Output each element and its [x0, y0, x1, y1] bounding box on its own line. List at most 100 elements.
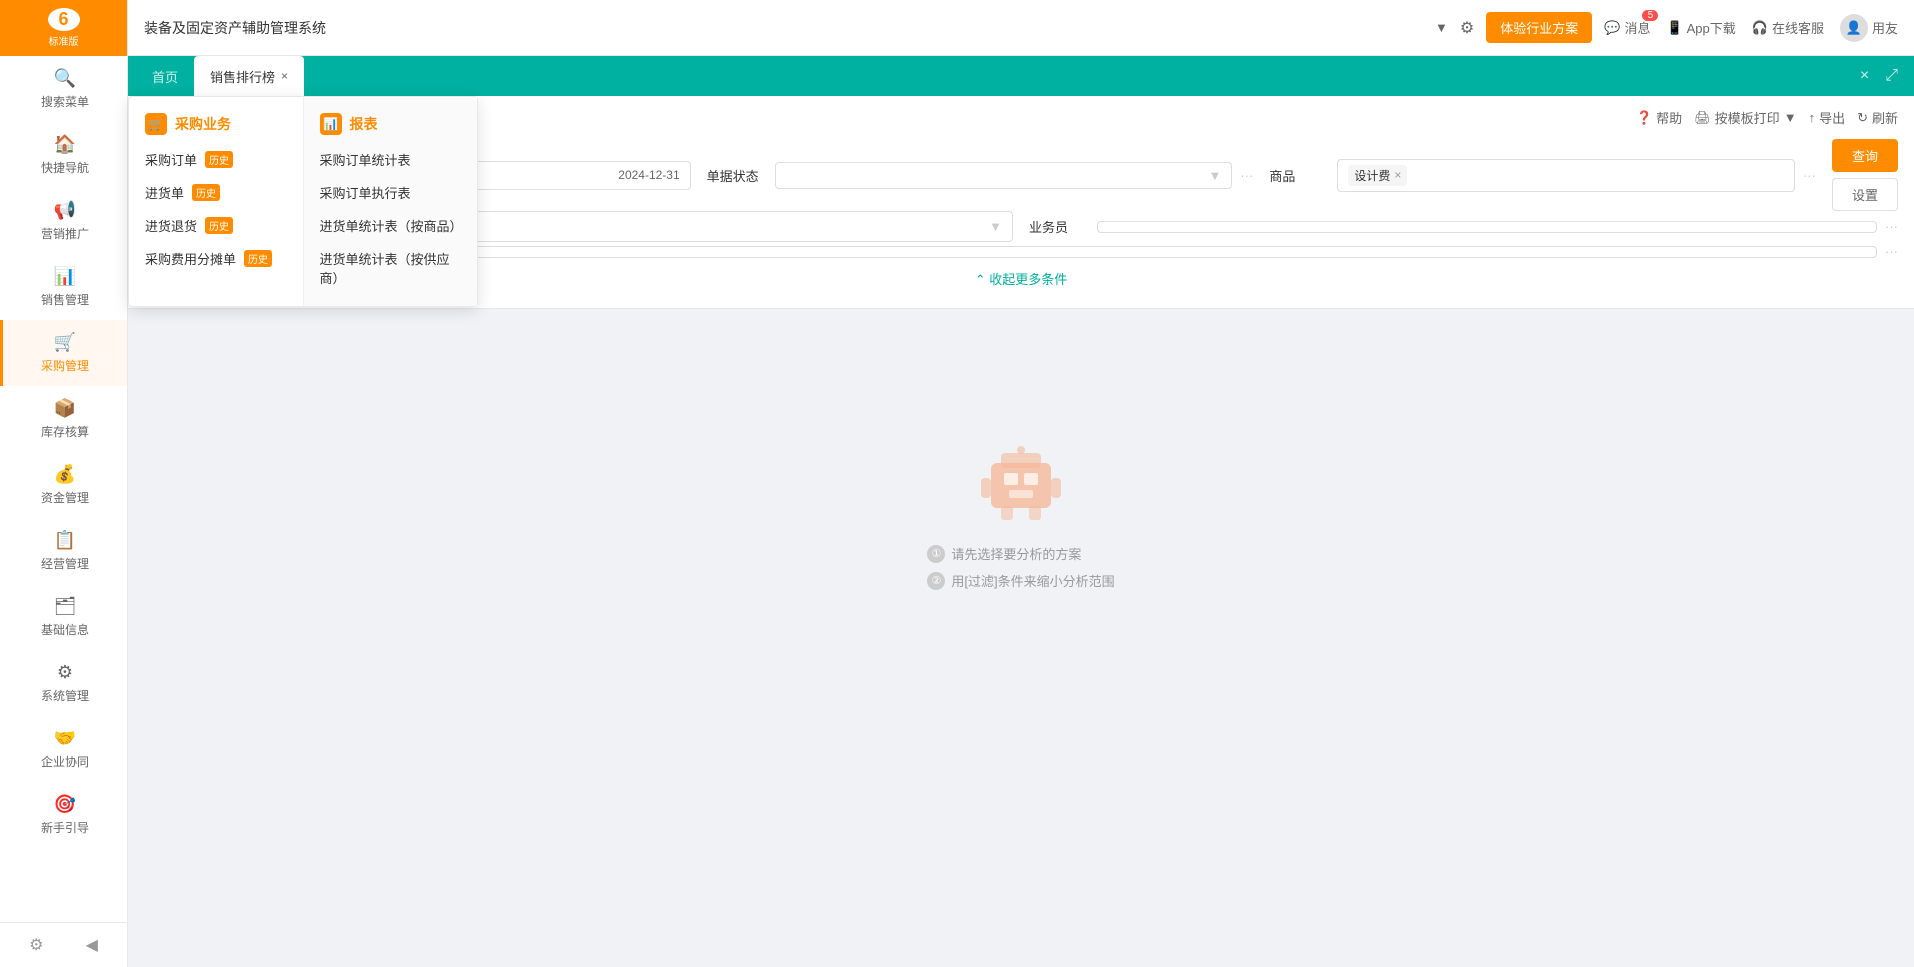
menu-purchase-fee[interactable]: 采购费用分摊单 历史	[129, 242, 303, 275]
enterprise-label: 企业协同	[41, 753, 89, 770]
history-badge-4: 历史	[244, 250, 272, 267]
menu-incoming-stats-by-goods[interactable]: 进货单统计表（按商品）	[304, 209, 478, 242]
search-label: 搜索菜单	[41, 93, 89, 110]
empty-text-2: ② 用[过滤]条件来缩小分析范围	[927, 571, 1114, 590]
operations-icon: 📋	[54, 530, 76, 551]
purchase-dropdown-menu: 🛒 采购业务 采购订单 历史 进货单 历史 进货退货 历史 采购费用分摊单 历史	[128, 96, 478, 307]
online-service-action[interactable]: 🎧 在线客服	[1752, 18, 1824, 37]
status-label: 单据状态	[707, 166, 767, 185]
salesperson-filter-item: 业务员 ···	[1029, 217, 1898, 236]
salesperson-input[interactable]	[1097, 221, 1877, 233]
sidebar-bottom: ⚙ ◀	[0, 922, 127, 967]
inventory-icon: 📦	[54, 398, 76, 419]
rank-chevron-icon: ▼	[989, 219, 1002, 234]
topbar-dropdown[interactable]: ▼	[1435, 20, 1448, 35]
headset-icon: 🎧	[1752, 20, 1768, 36]
basic-info-icon: 🗂	[54, 596, 77, 617]
finance-label: 资金管理	[41, 489, 89, 506]
tab-sales-rank-close[interactable]: ×	[281, 69, 288, 83]
tab-bar: 首页 销售排行榜 × × ⤢	[128, 56, 1914, 96]
guide-icon: 🎯	[54, 794, 76, 815]
marketing-icon: 📢	[54, 200, 76, 221]
topbar-gear-icon[interactable]: ⚙	[1460, 18, 1474, 38]
dropdown-chevron-icon: ▼	[1435, 20, 1448, 35]
export-action[interactable]: ↑ 导出	[1809, 108, 1846, 127]
status-chevron-icon: ▼	[1208, 168, 1221, 183]
sidebar-item-sales[interactable]: 📊 销售管理	[0, 254, 127, 320]
goods-dots[interactable]: ···	[1803, 168, 1816, 183]
message-badge: 5	[1642, 10, 1658, 21]
sidebar-item-marketing[interactable]: 📢 营销推广	[0, 188, 127, 254]
dropdown-purchase-header: 🛒 采购业务	[129, 109, 303, 143]
salesperson-dots[interactable]: ···	[1885, 219, 1898, 234]
menu-incoming-order[interactable]: 进货单 历史	[129, 176, 303, 209]
export-icon: ↑	[1809, 110, 1816, 125]
tab-sales-rank[interactable]: 销售排行榜 ×	[194, 56, 304, 96]
menu-purchase-order-stats[interactable]: 采购订单统计表	[304, 143, 478, 176]
sidebar-item-system[interactable]: ⚙ 系统管理	[0, 650, 127, 716]
user-avatar: 👤	[1840, 14, 1868, 42]
goods-tag: 设计费 ×	[1348, 165, 1407, 186]
industry-btn[interactable]: 体验行业方案	[1486, 12, 1592, 43]
print-action[interactable]: 🖨 按模板打印 ▼	[1694, 108, 1796, 127]
sidebar-item-finance[interactable]: 💰 资金管理	[0, 452, 127, 518]
sidebar-item-quick-nav[interactable]: 🏠 快捷导航	[0, 122, 127, 188]
app-download-action[interactable]: 📱 App下载	[1666, 18, 1735, 37]
marketing-label: 营销推广	[41, 225, 89, 242]
menu-purchase-order[interactable]: 采购订单 历史	[129, 143, 303, 176]
purchase-header-icon: 🛒	[145, 113, 167, 135]
settings-button[interactable]: 设置	[1832, 178, 1898, 211]
sidebar-item-inventory[interactable]: 📦 库存核算	[0, 386, 127, 452]
step-1-num: ①	[927, 545, 945, 563]
settings-bottom-icon[interactable]: ⚙	[25, 931, 47, 959]
operations-label: 经营管理	[41, 555, 89, 572]
step-2-num: ②	[927, 572, 945, 590]
menu-purchase-order-exec[interactable]: 采购订单执行表	[304, 176, 478, 209]
basic-info-label: 基础信息	[41, 621, 89, 638]
menu-incoming-return[interactable]: 进货退货 历史	[129, 209, 303, 242]
tab-bar-expand-icon[interactable]: ⤢	[1877, 67, 1906, 85]
finance-icon: 💰	[54, 464, 76, 485]
help-icon: ❓	[1636, 110, 1652, 126]
sidebar-item-search[interactable]: 🔍 搜索菜单	[0, 56, 127, 122]
help-action[interactable]: ❓ 帮助	[1636, 108, 1682, 127]
message-action[interactable]: 💬 消息 5	[1604, 18, 1650, 37]
menu-incoming-stats-by-supplier[interactable]: 进货单统计表（按供应商）	[304, 242, 478, 294]
print-icon: 🖨	[1694, 110, 1711, 126]
salesperson-label: 业务员	[1029, 217, 1089, 236]
sidebar-item-enterprise[interactable]: 🤝 企业协同	[0, 716, 127, 782]
dropdown-report-col: 📊 报表 采购订单统计表 采购订单执行表 进货单统计表（按商品） 进货单统计表（…	[304, 97, 478, 306]
sidebar-item-basic-info[interactable]: 🗂 基础信息	[0, 584, 127, 650]
status-dots[interactable]: ···	[1240, 168, 1253, 183]
purchase-label: 采购管理	[41, 357, 89, 374]
goods-input[interactable]: 设计费 ×	[1337, 159, 1795, 192]
goods-tag-close[interactable]: ×	[1394, 168, 1401, 182]
empty-robot-icon	[971, 428, 1071, 528]
system-label: 系统管理	[41, 687, 89, 704]
dropdown-purchase-col: 🛒 采购业务 采购订单 历史 进货单 历史 进货退货 历史 采购费用分摊单 历史	[129, 97, 304, 306]
sidebar-item-guide[interactable]: 🎯 新手引导	[0, 782, 127, 848]
sidebar-item-purchase[interactable]: 🛒 采购管理	[0, 320, 127, 386]
status-filter-item: 单据状态 ▼ ···	[707, 162, 1254, 189]
customer-dots[interactable]: ···	[1885, 244, 1898, 259]
empty-state: ① 请先选择要分析的方案 ② 用[过滤]条件来缩小分析范围	[128, 309, 1914, 709]
refresh-icon: ↻	[1857, 110, 1868, 126]
guide-label: 新手引导	[41, 819, 89, 836]
query-button[interactable]: 查询	[1832, 139, 1898, 172]
refresh-action[interactable]: ↻ 刷新	[1857, 108, 1898, 127]
search-icon: 🔍	[54, 68, 76, 89]
sales-label: 销售管理	[41, 291, 89, 308]
tab-bar-close-icon[interactable]: ×	[1852, 67, 1877, 85]
history-badge-2: 历史	[192, 184, 220, 201]
status-input[interactable]: ▼	[775, 162, 1233, 189]
tab-home[interactable]: 首页	[136, 56, 194, 96]
goods-filter-item: 商品 设计费 × ···	[1269, 159, 1816, 192]
logo-icon: 6	[48, 8, 80, 31]
enterprise-icon: 🤝	[54, 728, 76, 749]
user-action[interactable]: 👤 用友	[1840, 14, 1898, 42]
collapse-sidebar-icon[interactable]: ◀	[82, 931, 102, 959]
quick-nav-icon: 🏠	[54, 134, 76, 155]
topbar: 装备及固定资产辅助管理系统 ▼ ⚙ 体验行业方案 💬 消息 5 📱 App下载 …	[128, 0, 1914, 56]
report-header-icon: 📊	[320, 113, 342, 135]
sidebar-item-operations[interactable]: 📋 经营管理	[0, 518, 127, 584]
